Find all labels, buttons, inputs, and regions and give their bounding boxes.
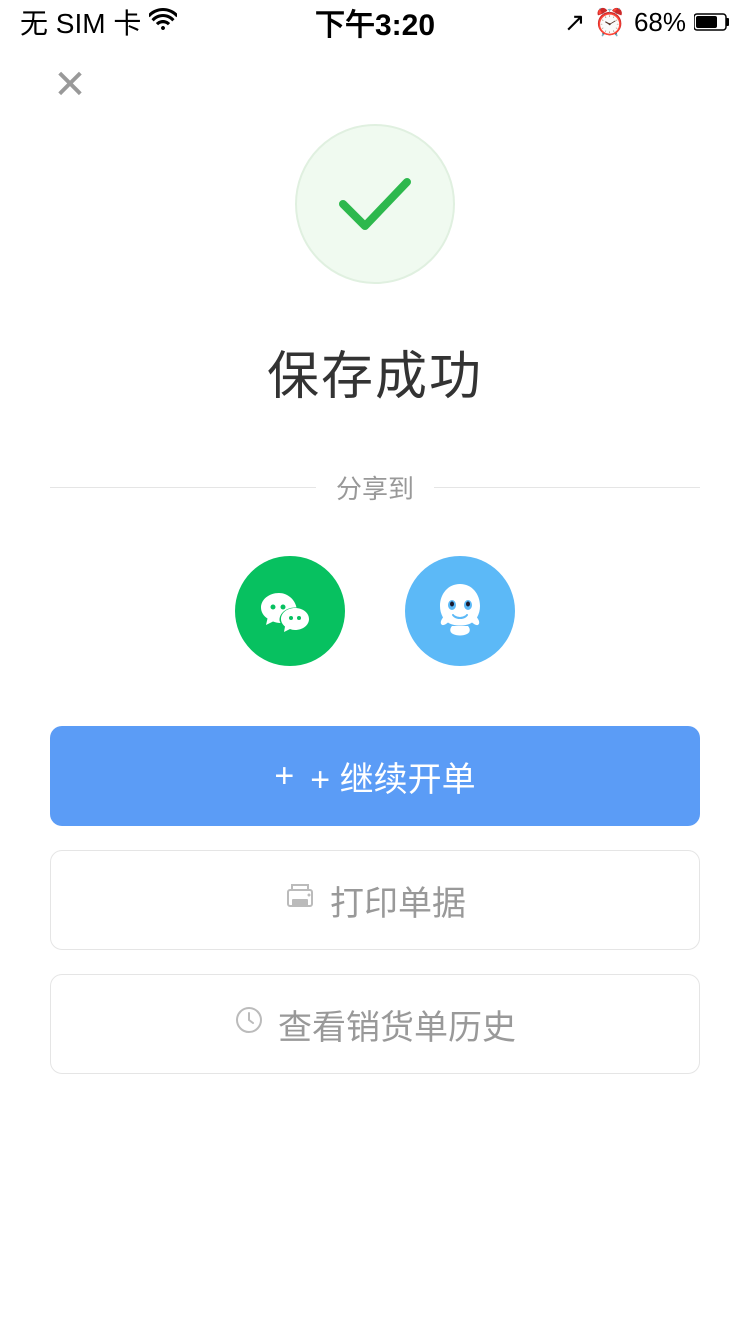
history-button[interactable]: 查看销货单历史 bbox=[50, 974, 700, 1074]
continue-label: + 继续开单 bbox=[310, 752, 475, 801]
plus-icon: + bbox=[274, 759, 294, 793]
divider-right bbox=[434, 487, 700, 488]
success-title: 保存成功 bbox=[267, 334, 483, 409]
wechat-share-button[interactable] bbox=[235, 556, 345, 666]
close-icon: ✕ bbox=[53, 65, 87, 105]
qq-share-button[interactable] bbox=[405, 556, 515, 666]
print-button[interactable]: 打印单据 bbox=[50, 850, 700, 950]
continue-button[interactable]: + + 继续开单 bbox=[50, 726, 700, 826]
main-content: 保存成功 分享到 bbox=[0, 44, 750, 1074]
success-circle bbox=[295, 124, 455, 284]
divider-left bbox=[50, 487, 316, 488]
no-sim-text: 无 SIM 卡 bbox=[20, 2, 141, 42]
status-right: ↗ ⏰ 68% bbox=[564, 7, 730, 38]
share-icons-row bbox=[235, 556, 515, 666]
status-time: 下午3:20 bbox=[315, 0, 435, 44]
alarm-icon: ⏰ bbox=[594, 7, 626, 38]
print-icon bbox=[284, 881, 316, 920]
checkmark-icon bbox=[335, 174, 415, 234]
share-label: 分享到 bbox=[316, 469, 434, 506]
action-buttons: + + 继续开单 打印单据 查看销货单历 bbox=[0, 726, 750, 1074]
print-label: 打印单据 bbox=[330, 876, 466, 925]
battery-text: 68% bbox=[634, 7, 686, 38]
wifi-icon bbox=[149, 8, 177, 37]
battery-icon bbox=[694, 7, 730, 38]
history-icon bbox=[234, 1005, 264, 1044]
share-divider: 分享到 bbox=[0, 469, 750, 506]
close-button[interactable]: ✕ bbox=[40, 55, 100, 115]
location-icon: ↗ bbox=[564, 7, 586, 38]
share-section: 分享到 bbox=[0, 469, 750, 666]
history-label: 查看销货单历史 bbox=[278, 1000, 516, 1049]
status-bar: 无 SIM 卡 下午3:20 ↗ ⏰ 68% bbox=[0, 0, 750, 44]
status-left: 无 SIM 卡 bbox=[20, 2, 177, 42]
